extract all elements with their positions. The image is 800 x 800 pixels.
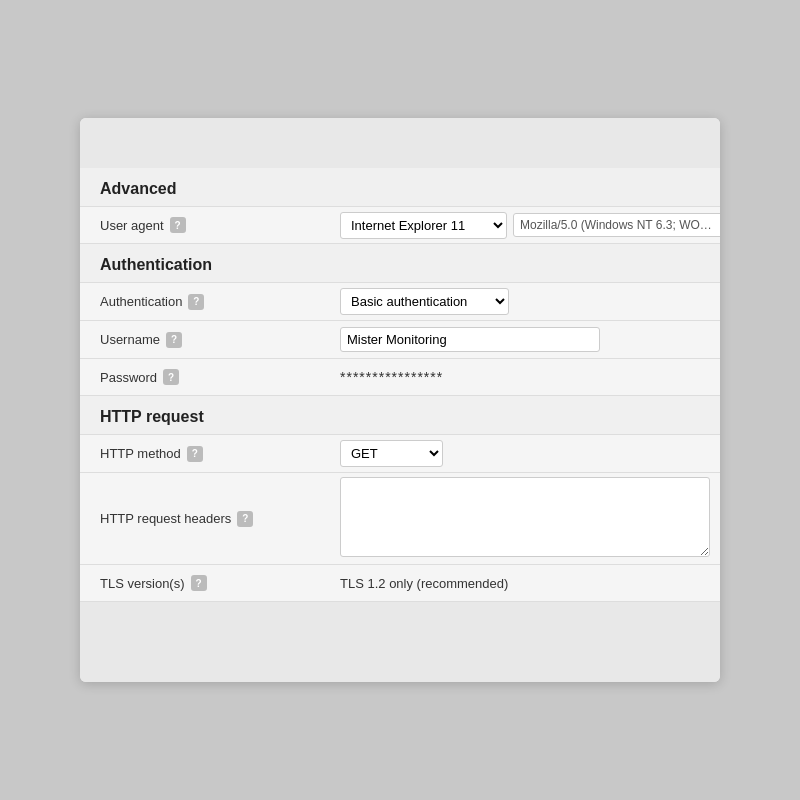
http-headers-value [330, 473, 720, 564]
tls-version-value: TLS 1.2 only (recommended) [330, 572, 720, 595]
username-value [330, 323, 720, 356]
authentication-label-text: Authentication [100, 294, 182, 309]
tls-version-text: TLS 1.2 only (recommended) [340, 576, 508, 591]
authentication-type-value: Basic authentication Digest NTLM None [330, 284, 720, 319]
panel-top-area [80, 118, 720, 168]
advanced-title: Advanced [80, 168, 720, 206]
password-row: Password ? **************** [80, 358, 720, 396]
password-dots: **************** [340, 369, 443, 385]
user-agent-select[interactable]: Internet Explorer 11 Chrome Firefox Safa… [340, 212, 507, 239]
main-panel: Advanced User agent ? Internet Explorer … [80, 118, 720, 682]
password-help-icon[interactable]: ? [163, 369, 179, 385]
tls-version-label: TLS version(s) ? [80, 567, 330, 599]
authentication-title: Authentication [80, 244, 720, 282]
http-request-title: HTTP request [80, 396, 720, 434]
http-request-section: HTTP request HTTP method ? GET POST PUT … [80, 396, 720, 602]
username-input[interactable] [340, 327, 600, 352]
password-label: Password ? [80, 361, 330, 393]
http-headers-help-icon[interactable]: ? [237, 511, 253, 527]
tls-version-label-text: TLS version(s) [100, 576, 185, 591]
username-label: Username ? [80, 324, 330, 356]
panel-bottom-area [80, 602, 720, 682]
http-method-label-text: HTTP method [100, 446, 181, 461]
tls-version-help-icon[interactable]: ? [191, 575, 207, 591]
http-headers-label: HTTP request headers ? [80, 503, 330, 535]
authentication-type-row: Authentication ? Basic authentication Di… [80, 282, 720, 320]
username-label-text: Username [100, 332, 160, 347]
user-agent-help-icon[interactable]: ? [170, 217, 186, 233]
http-method-select[interactable]: GET POST PUT DELETE PATCH HEAD [340, 440, 443, 467]
http-headers-row: HTTP request headers ? [80, 472, 720, 564]
http-method-value: GET POST PUT DELETE PATCH HEAD [330, 436, 720, 471]
password-label-text: Password [100, 370, 157, 385]
tls-version-row: TLS version(s) ? TLS 1.2 only (recommend… [80, 564, 720, 602]
user-agent-label: User agent ? [80, 209, 330, 241]
user-agent-row: User agent ? Internet Explorer 11 Chrome… [80, 206, 720, 244]
username-help-icon[interactable]: ? [166, 332, 182, 348]
username-row: Username ? [80, 320, 720, 358]
user-agent-value: Internet Explorer 11 Chrome Firefox Safa… [330, 208, 720, 243]
authentication-section: Authentication Authentication ? Basic au… [80, 244, 720, 396]
user-agent-string: Mozilla/5.0 (Windows NT 6.3; WOW64; [513, 213, 720, 237]
authentication-type-label: Authentication ? [80, 286, 330, 318]
authentication-type-select[interactable]: Basic authentication Digest NTLM None [340, 288, 509, 315]
authentication-help-icon[interactable]: ? [188, 294, 204, 310]
http-method-help-icon[interactable]: ? [187, 446, 203, 462]
advanced-section: Advanced User agent ? Internet Explorer … [80, 168, 720, 244]
password-value: **************** [330, 365, 720, 389]
http-headers-label-text: HTTP request headers [100, 511, 231, 526]
http-headers-textarea[interactable] [340, 477, 710, 557]
http-method-label: HTTP method ? [80, 438, 330, 470]
user-agent-label-text: User agent [100, 218, 164, 233]
http-method-row: HTTP method ? GET POST PUT DELETE PATCH … [80, 434, 720, 472]
